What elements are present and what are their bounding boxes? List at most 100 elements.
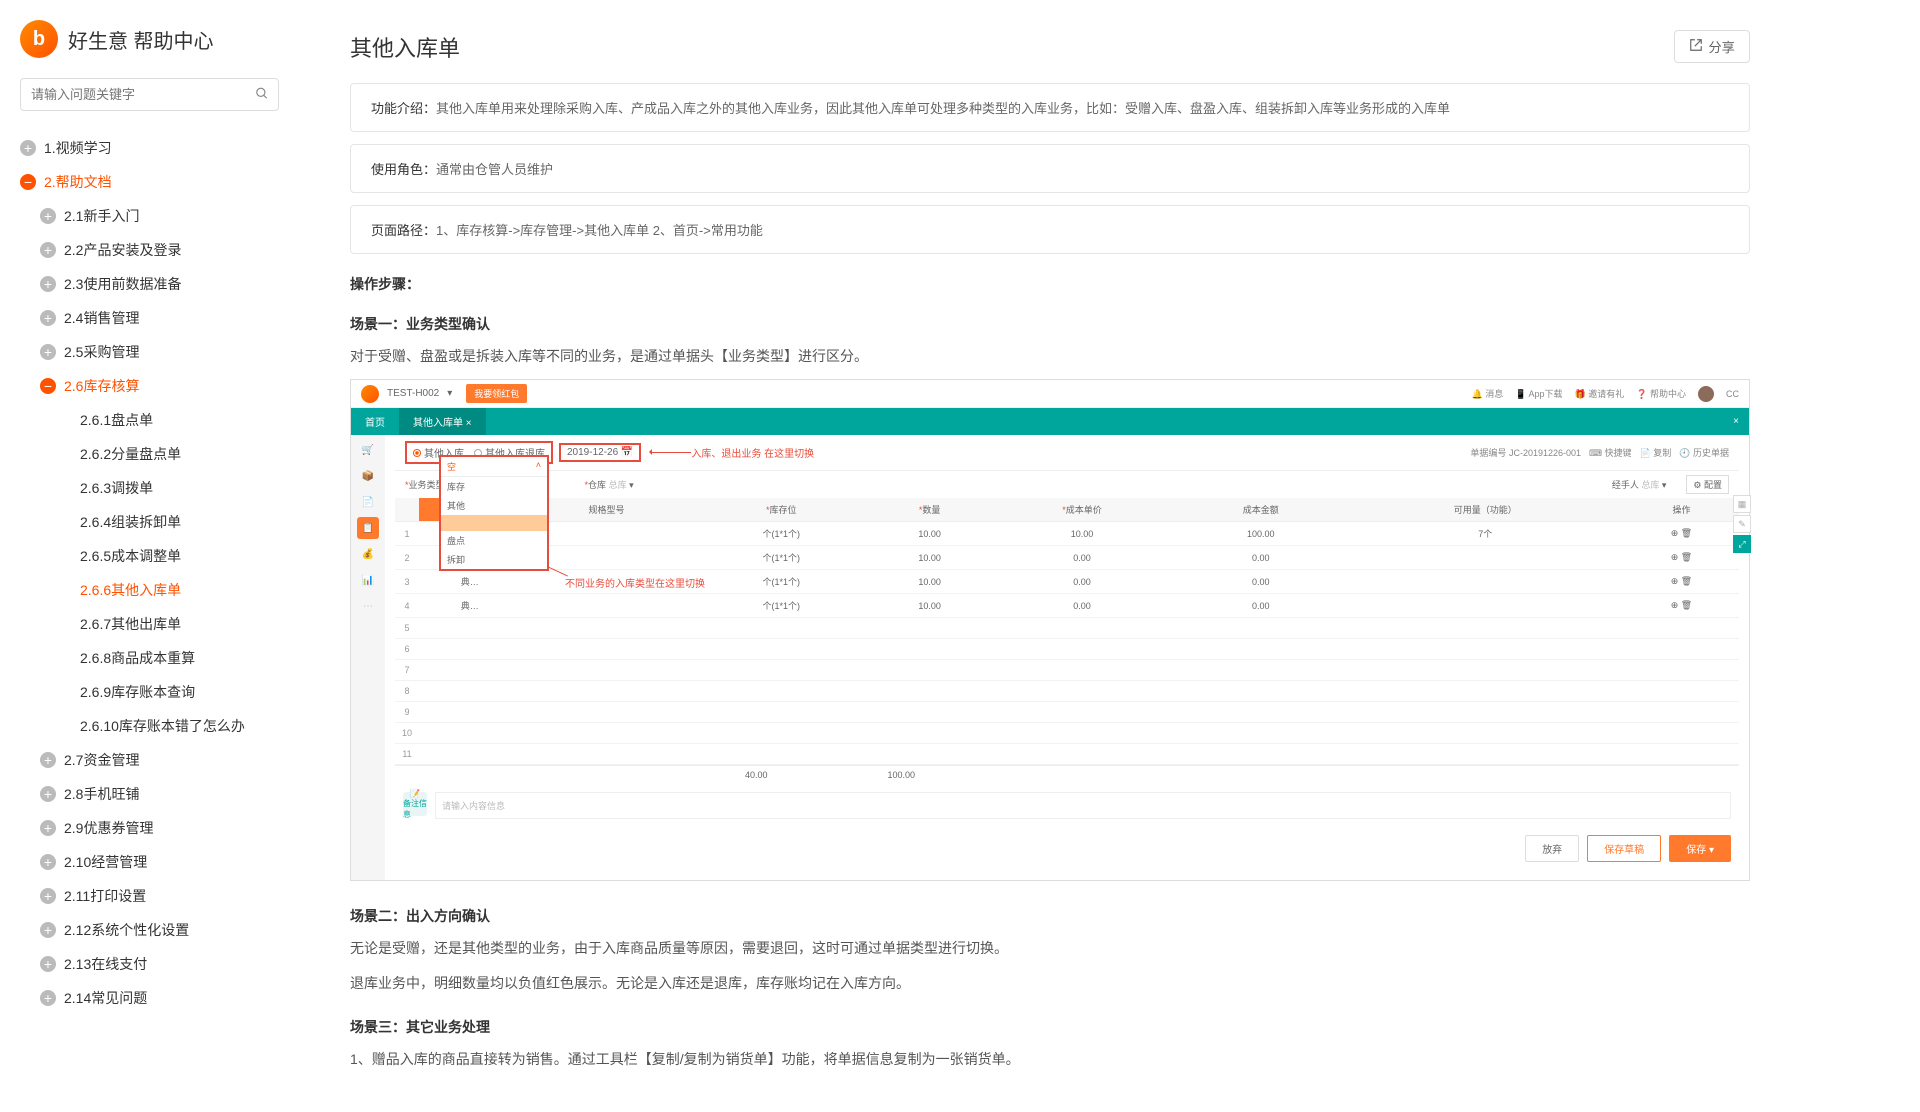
nav-2-6-1[interactable]: 2.6.1盘点单 bbox=[20, 403, 299, 437]
ss-side-chart-icon: 📊 bbox=[357, 569, 379, 591]
remark-icon: 📝备注信息 bbox=[403, 792, 427, 816]
role-label: 使用角色： bbox=[371, 162, 436, 177]
chevron-down-icon: ˄ bbox=[536, 460, 541, 473]
nav-2-6-3[interactable]: 2.6.3调拨单 bbox=[20, 471, 299, 505]
brand-icon: b bbox=[20, 20, 58, 58]
ss-side-cart-icon: 🛒 bbox=[357, 439, 379, 461]
ss-hotkey: ⌨ 快捷键 bbox=[1589, 446, 1632, 459]
ss-biztype-dropdown: 空˄ 库存 其他 盘点 拆卸 bbox=[439, 455, 549, 571]
ss-avatar bbox=[1698, 386, 1714, 402]
nav-2-6-2[interactable]: 2.6.2分量盘点单 bbox=[20, 437, 299, 471]
intro-text: 其他入库单用来处理除采购入库、产成品入库之外的其他入库业务，因此其他入库单可处理… bbox=[436, 101, 1450, 116]
role-text: 通常由仓管人员维护 bbox=[436, 162, 553, 177]
ss-form-area: 其他入库 其他入库退库 2019-12-26 📅 入库、退出业务 在这里切换 单… bbox=[385, 435, 1749, 880]
nav-2-6-6[interactable]: 2.6.6其他入库单 bbox=[20, 573, 299, 607]
nav-2-6[interactable]: 2.6库存核算 bbox=[20, 369, 299, 403]
annotation-1: 入库、退出业务 在这里切换 bbox=[651, 445, 814, 460]
chevron-down-icon: ▾ bbox=[447, 388, 452, 399]
nav-tree: 1.视频学习 2.帮助文档 2.1新手入门 2.2产品安装及登录 2.3使用前数… bbox=[20, 131, 299, 1015]
nav-2-6-8[interactable]: 2.6.8商品成本重算 bbox=[20, 641, 299, 675]
ss-titlebar: TEST-H002 ▾ 我要领红包 🔔 消息 📱 App下载 🎁 邀请有礼 ❓ … bbox=[351, 380, 1749, 408]
ss-header-fields: *业务类型 空˄ 库存 其他 盘点 拆卸 *仓库 总库 ▾ 经手人 总库 ▾ bbox=[395, 471, 1739, 498]
ss-right-tools: ▦ ✎ ⤢ bbox=[1733, 495, 1751, 553]
share-button[interactable]: 分享 bbox=[1674, 30, 1750, 63]
nav-2-6-7[interactable]: 2.6.7其他出库单 bbox=[20, 607, 299, 641]
nav-video[interactable]: 1.视频学习 bbox=[20, 131, 299, 165]
nav-2-6-10[interactable]: 2.6.10库存账本错了怎么办 bbox=[20, 709, 299, 743]
scene1-title: 场景一：业务类型确认 bbox=[350, 314, 1750, 334]
scene3-title: 场景三：其它业务处理 bbox=[350, 1017, 1750, 1037]
scene3-body: 1、赠品入库的商品直接转为销售。通过工具栏【复制/复制为销货单】功能，将单据信息… bbox=[350, 1047, 1750, 1072]
nav-2-5[interactable]: 2.5采购管理 bbox=[20, 335, 299, 369]
ss-username: CC bbox=[1726, 389, 1739, 399]
ss-sidebar: 🛒 📦 📄 📋 💰 📊 ⋯ bbox=[351, 435, 385, 880]
ss-cancel-button: 放弃 bbox=[1525, 835, 1579, 862]
ss-side-doc-icon: 📄 bbox=[357, 491, 379, 513]
nav-2-1[interactable]: 2.1新手入门 bbox=[20, 199, 299, 233]
embedded-screenshot: TEST-H002 ▾ 我要领红包 🔔 消息 📱 App下载 🎁 邀请有礼 ❓ … bbox=[350, 379, 1750, 881]
search-input[interactable] bbox=[20, 78, 279, 111]
brand-text: 好生意 帮助中心 bbox=[68, 25, 214, 54]
ss-footer: 放弃 保存草稿 保存 ▾ bbox=[395, 827, 1739, 870]
scene1-body: 对于受赠、盘盈或是拆装入库等不同的业务，是通过单据头【业务类型】进行区分。 bbox=[350, 344, 1750, 369]
nav-2-12[interactable]: 2.12系统个性化设置 bbox=[20, 913, 299, 947]
search-wrap bbox=[20, 78, 299, 111]
role-box: 使用角色：通常由仓管人员维护 bbox=[350, 144, 1750, 193]
ss-help-icon: ❓ 帮助中心 bbox=[1636, 387, 1686, 400]
ss-tool-1-icon: ▦ bbox=[1733, 495, 1751, 513]
ss-history: 🕘 历史单据 bbox=[1679, 446, 1729, 459]
ss-side-active-icon: 📋 bbox=[357, 517, 379, 539]
ss-toolbar: 其他入库 其他入库退库 2019-12-26 📅 入库、退出业务 在这里切换 单… bbox=[395, 435, 1739, 471]
nav-2-4[interactable]: 2.4销售管理 bbox=[20, 301, 299, 335]
ss-tool-3-icon: ⤢ bbox=[1733, 535, 1751, 553]
scene2-title: 场景二：出入方向确认 bbox=[350, 906, 1750, 926]
nav-2-13[interactable]: 2.13在线支付 bbox=[20, 947, 299, 981]
ss-tab-current: 其他入库单 × bbox=[399, 408, 486, 435]
ss-draft-button: 保存草稿 bbox=[1587, 835, 1661, 862]
ss-totals: 40.00 100.00 bbox=[395, 765, 1739, 784]
ss-tabs: 首页 其他入库单 × × bbox=[351, 408, 1749, 435]
nav-2-7[interactable]: 2.7资金管理 bbox=[20, 743, 299, 777]
nav-2-11[interactable]: 2.11打印设置 bbox=[20, 879, 299, 913]
path-label: 页面路径： bbox=[371, 223, 436, 238]
ss-doc-no: 单据编号 JC-20191226-001 bbox=[1470, 446, 1581, 459]
ss-tab-home: 首页 bbox=[351, 408, 399, 435]
nav-2-10[interactable]: 2.10经营管理 bbox=[20, 845, 299, 879]
close-icon: × bbox=[1723, 410, 1749, 433]
search-icon[interactable] bbox=[255, 86, 269, 103]
nav-2-6-4[interactable]: 2.6.4组装拆卸单 bbox=[20, 505, 299, 539]
ss-invite-icon: 🎁 邀请有礼 bbox=[1575, 387, 1625, 400]
path-box: 页面路径：1、库存核算->库存管理->其他入库单 2、首页->常用功能 bbox=[350, 205, 1750, 254]
ss-side-more-icon: ⋯ bbox=[357, 595, 379, 617]
sidebar: b 好生意 帮助中心 1.视频学习 2.帮助文档 2.1新手入门 2.2产品安装… bbox=[0, 0, 300, 1112]
ss-notify-icon: 🔔 消息 bbox=[1472, 387, 1504, 400]
nav-2-2[interactable]: 2.2产品安装及登录 bbox=[20, 233, 299, 267]
path-text: 1、库存核算->库存管理->其他入库单 2、首页->常用功能 bbox=[436, 223, 763, 238]
nav-help-docs[interactable]: 2.帮助文档 bbox=[20, 165, 299, 199]
main-content: 其他入库单 分享 功能介绍：其他入库单用来处理除采购入库、产成品入库之外的其他入… bbox=[300, 0, 1800, 1112]
remark-input: 请输入内容信息 bbox=[435, 792, 1731, 819]
share-icon bbox=[1689, 38, 1703, 55]
nav-2-8[interactable]: 2.8手机旺铺 bbox=[20, 777, 299, 811]
gear-icon: ⚙ 配置 bbox=[1686, 475, 1729, 494]
ss-logo-icon bbox=[361, 385, 379, 403]
ss-side-box-icon: 📦 bbox=[357, 465, 379, 487]
ss-date: 2019-12-26 📅 bbox=[559, 443, 641, 462]
nav-2-6-9[interactable]: 2.6.9库存账本查询 bbox=[20, 675, 299, 709]
brand-logo: b 好生意 帮助中心 bbox=[20, 20, 299, 58]
nav-2-14[interactable]: 2.14常见问题 bbox=[20, 981, 299, 1015]
ss-remark: 📝备注信息 请输入内容信息 bbox=[395, 784, 1739, 827]
page-header: 其他入库单 分享 bbox=[350, 30, 1750, 63]
ss-grid: 单人规格型号 *库存位 *数量 *成本单价 成本金额可用量（功能）操作 1典…个… bbox=[395, 498, 1739, 765]
ss-app-icon: 📱 App下载 bbox=[1515, 387, 1562, 400]
nav-2-3[interactable]: 2.3使用前数据准备 bbox=[20, 267, 299, 301]
ss-promo-tag: 我要领红包 bbox=[466, 384, 527, 403]
ss-tool-2-icon: ✎ bbox=[1733, 515, 1751, 533]
share-label: 分享 bbox=[1708, 37, 1735, 56]
nav-2-6-5[interactable]: 2.6.5成本调整单 bbox=[20, 539, 299, 573]
scene2-body1: 无论是受赠，还是其他类型的业务，由于入库商品质量等原因，需要退回，这时可通过单据… bbox=[350, 936, 1750, 961]
nav-2-9[interactable]: 2.9优惠券管理 bbox=[20, 811, 299, 845]
scene2-body2: 退库业务中，明细数量均以负值红色展示。无论是入库还是退库，库存账均记在入库方向。 bbox=[350, 971, 1750, 996]
ss-save-button: 保存 ▾ bbox=[1669, 835, 1731, 862]
page-title: 其他入库单 bbox=[350, 31, 460, 63]
